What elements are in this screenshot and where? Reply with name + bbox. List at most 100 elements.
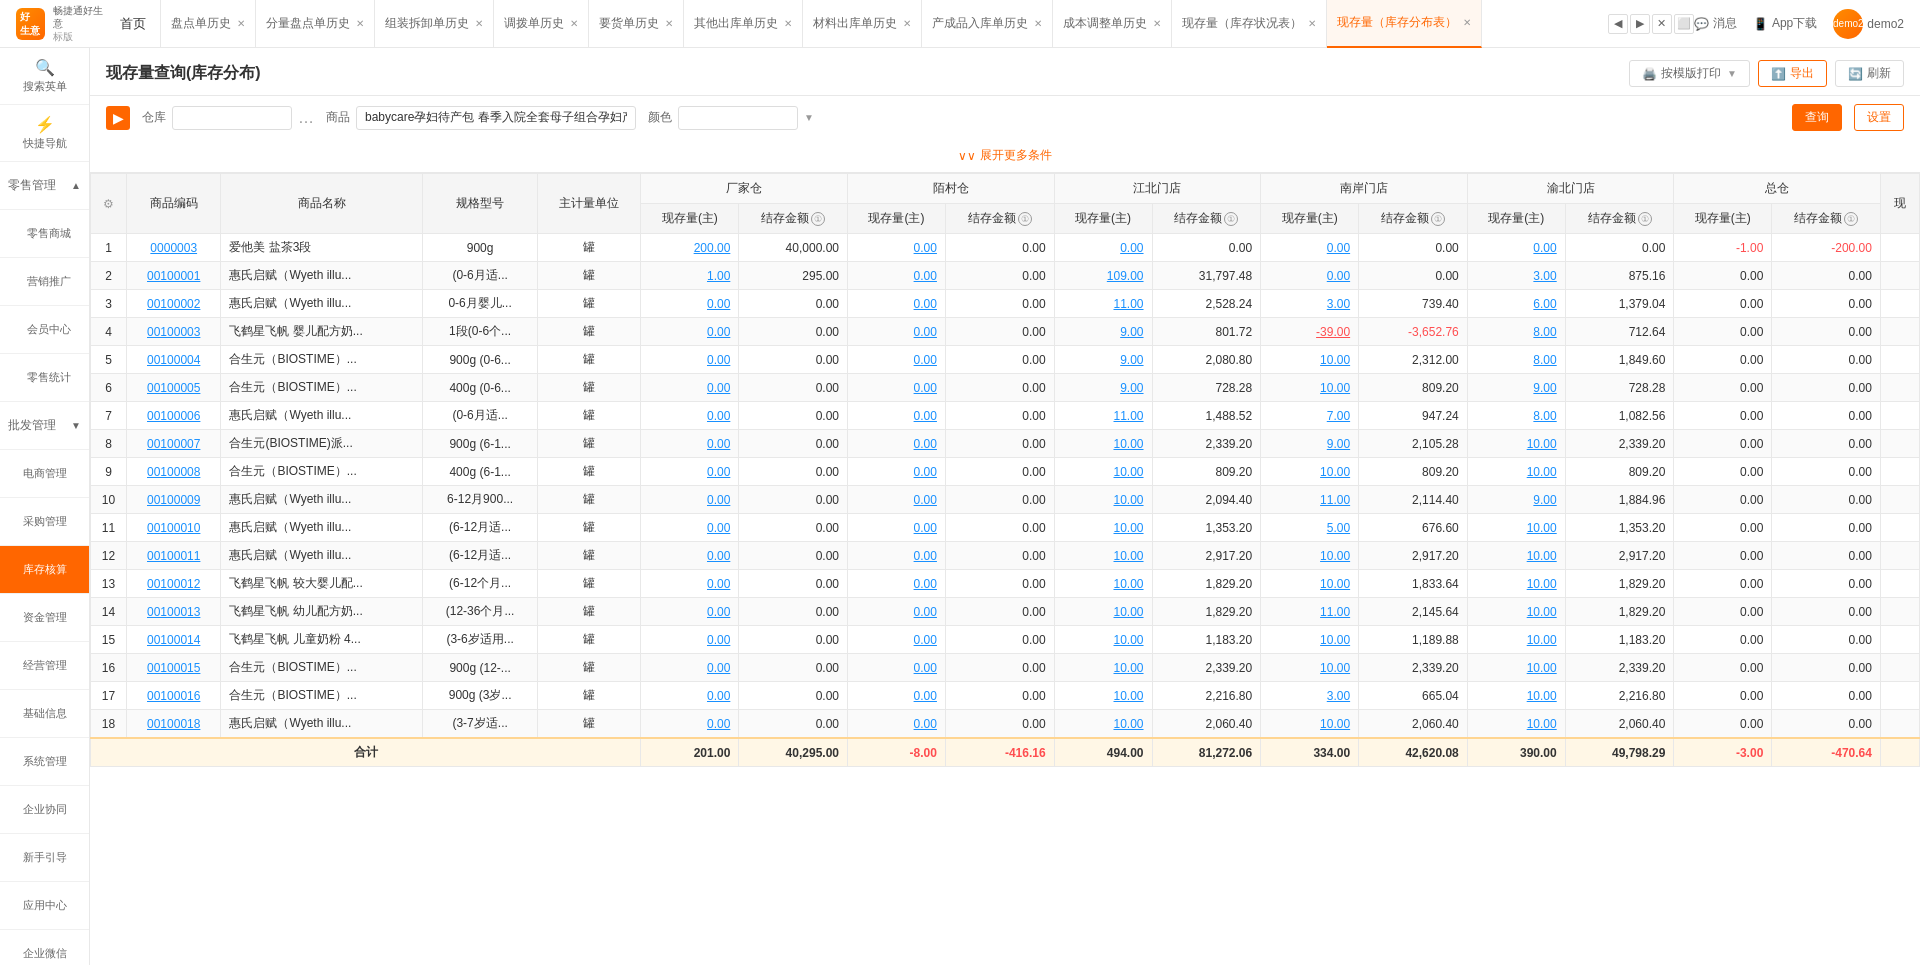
row-yubei-qty[interactable]: 10.00 [1467,598,1565,626]
row-chanjia-qty[interactable]: 0.00 [641,514,739,542]
tab-close[interactable]: ✕ [356,18,364,29]
tab-close[interactable]: ✕ [475,18,483,29]
row-nanan-qty[interactable]: 10.00 [1261,346,1359,374]
tab-现存量库存状况表[interactable]: 现存量（库存状况表） ✕ [1172,0,1327,48]
tab-要货单历史[interactable]: 要货单历史 ✕ [589,0,684,48]
row-code[interactable]: 00100012 [127,570,221,598]
row-code[interactable]: 00100008 [127,458,221,486]
tab-组装拆卸单历史[interactable]: 组装拆卸单历史 ✕ [375,0,494,48]
row-yubei-qty[interactable]: 10.00 [1467,682,1565,710]
row-yubei-qty[interactable]: 10.00 [1467,542,1565,570]
row-yubei-qty[interactable]: 9.00 [1467,486,1565,514]
row-nanan-qty[interactable]: 10.00 [1261,570,1359,598]
sidebar-item-wholesale[interactable]: 批发管理 ▼ [0,402,89,450]
row-yubei-qty[interactable]: 8.00 [1467,402,1565,430]
sidebar-item-inventory[interactable]: 库存核算 [0,546,89,594]
row-chanjia-qty[interactable]: 0.00 [641,318,739,346]
row-code[interactable]: 00100003 [127,318,221,346]
row-yubei-qty[interactable]: 3.00 [1467,262,1565,290]
row-chanjia-qty[interactable]: 0.00 [641,710,739,739]
row-yubei-qty[interactable]: 8.00 [1467,346,1565,374]
sidebar-item-retail[interactable]: 零售管理 ▲ [0,162,89,210]
row-mucun-qty[interactable]: 0.00 [848,486,946,514]
row-nanan-qty[interactable]: 0.00 [1261,234,1359,262]
row-chanjia-qty[interactable]: 0.00 [641,430,739,458]
row-nanan-qty[interactable]: 5.00 [1261,514,1359,542]
row-code[interactable]: 00100007 [127,430,221,458]
info-icon[interactable]: ① [811,212,825,226]
row-yubei-qty[interactable]: 9.00 [1467,374,1565,402]
row-nanan-qty[interactable]: 9.00 [1261,430,1359,458]
row-jiangbei-qty[interactable]: 9.00 [1054,346,1152,374]
row-mucun-qty[interactable]: 0.00 [848,318,946,346]
tab-close[interactable]: ✕ [1153,18,1161,29]
row-code[interactable]: 00100015 [127,654,221,682]
more-conditions-btn[interactable]: ∨∨ 展开更多条件 [958,147,1052,164]
sidebar-item-system[interactable]: 系统管理 [0,738,89,786]
info-icon-2[interactable]: ① [1018,212,1032,226]
sidebar-item-quicknav[interactable]: ⚡ 快捷导航 [0,105,89,162]
tab-close[interactable]: ✕ [1308,18,1316,29]
table-container[interactable]: ⚙ 商品编码 商品名称 规格型号 主计量单位 厂家仓 陌村仓 江北门店 南岸门店… [90,173,1920,965]
row-jiangbei-qty[interactable]: 9.00 [1054,318,1152,346]
tab-close[interactable]: ✕ [1034,18,1042,29]
row-nanan-qty[interactable]: 7.00 [1261,402,1359,430]
row-code[interactable]: 00100009 [127,486,221,514]
row-code[interactable]: 00100002 [127,290,221,318]
row-mucun-qty[interactable]: 0.00 [848,654,946,682]
row-jiangbei-qty[interactable]: 10.00 [1054,654,1152,682]
row-mucun-qty[interactable]: 0.00 [848,430,946,458]
sidebar-item-guide[interactable]: 新手引导 [0,834,89,882]
row-chanjia-qty[interactable]: 0.00 [641,682,739,710]
tab-产成品入库单历史[interactable]: 产成品入库单历史 ✕ [922,0,1053,48]
row-yubei-qty[interactable]: 0.00 [1467,234,1565,262]
row-chanjia-qty[interactable]: 0.00 [641,626,739,654]
row-mucun-qty[interactable]: 0.00 [848,626,946,654]
row-code[interactable]: 0000003 [127,234,221,262]
row-code[interactable]: 00100011 [127,542,221,570]
row-mucun-qty[interactable]: 0.00 [848,262,946,290]
row-nanan-qty[interactable]: 11.00 [1261,598,1359,626]
row-nanan-qty[interactable]: 10.00 [1261,654,1359,682]
row-jiangbei-qty[interactable]: 10.00 [1054,430,1152,458]
row-mucun-qty[interactable]: 0.00 [848,346,946,374]
sidebar-item-members[interactable]: 会员中心 [0,306,89,354]
nav-next[interactable]: ▶ [1630,14,1650,34]
nav-prev[interactable]: ◀ [1608,14,1628,34]
tab-现存量库存分布表[interactable]: 现存量（库存分布表） ✕ [1327,0,1482,48]
row-yubei-qty[interactable]: 10.00 [1467,430,1565,458]
row-jiangbei-qty[interactable]: 10.00 [1054,486,1152,514]
print-btn[interactable]: 🖨️ 按模版打印 ▼ [1629,60,1750,87]
warehouse-input[interactable] [172,106,292,130]
row-mucun-qty[interactable]: 0.00 [848,570,946,598]
row-nanan-qty[interactable]: 11.00 [1261,486,1359,514]
row-chanjia-qty[interactable]: 0.00 [641,402,739,430]
refresh-btn[interactable]: 🔄 刷新 [1835,60,1904,87]
row-jiangbei-qty[interactable]: 10.00 [1054,626,1152,654]
expand-filter-btn[interactable]: ▶ [106,106,130,130]
sidebar-item-collab[interactable]: 企业协同 [0,786,89,834]
row-yubei-qty[interactable]: 10.00 [1467,710,1565,739]
color-dropdown-arrow[interactable]: ▼ [804,112,814,123]
row-yubei-qty[interactable]: 6.00 [1467,290,1565,318]
row-code[interactable]: 00100010 [127,514,221,542]
tab-盘点单历史[interactable]: 盘点单历史 ✕ [161,0,256,48]
row-jiangbei-qty[interactable]: 0.00 [1054,234,1152,262]
row-jiangbei-qty[interactable]: 9.00 [1054,374,1152,402]
row-jiangbei-qty[interactable]: 11.00 [1054,290,1152,318]
row-chanjia-qty[interactable]: 0.00 [641,458,739,486]
sidebar-item-marketing[interactable]: 营销推广 [0,258,89,306]
row-chanjia-qty[interactable]: 0.00 [641,290,739,318]
export-btn[interactable]: ⬆️ 导出 [1758,60,1827,87]
row-nanan-qty[interactable]: 10.00 [1261,374,1359,402]
info-icon-4[interactable]: ① [1431,212,1445,226]
nav-close[interactable]: ✕ [1652,14,1672,34]
info-icon-3[interactable]: ① [1224,212,1238,226]
row-nanan-qty[interactable]: -39.00 [1261,318,1359,346]
row-mucun-qty[interactable]: 0.00 [848,290,946,318]
tab-close[interactable]: ✕ [784,18,792,29]
row-mucun-qty[interactable]: 0.00 [848,542,946,570]
row-code[interactable]: 00100018 [127,710,221,739]
sidebar-item-basics[interactable]: 基础信息 [0,690,89,738]
tab-close[interactable]: ✕ [570,18,578,29]
